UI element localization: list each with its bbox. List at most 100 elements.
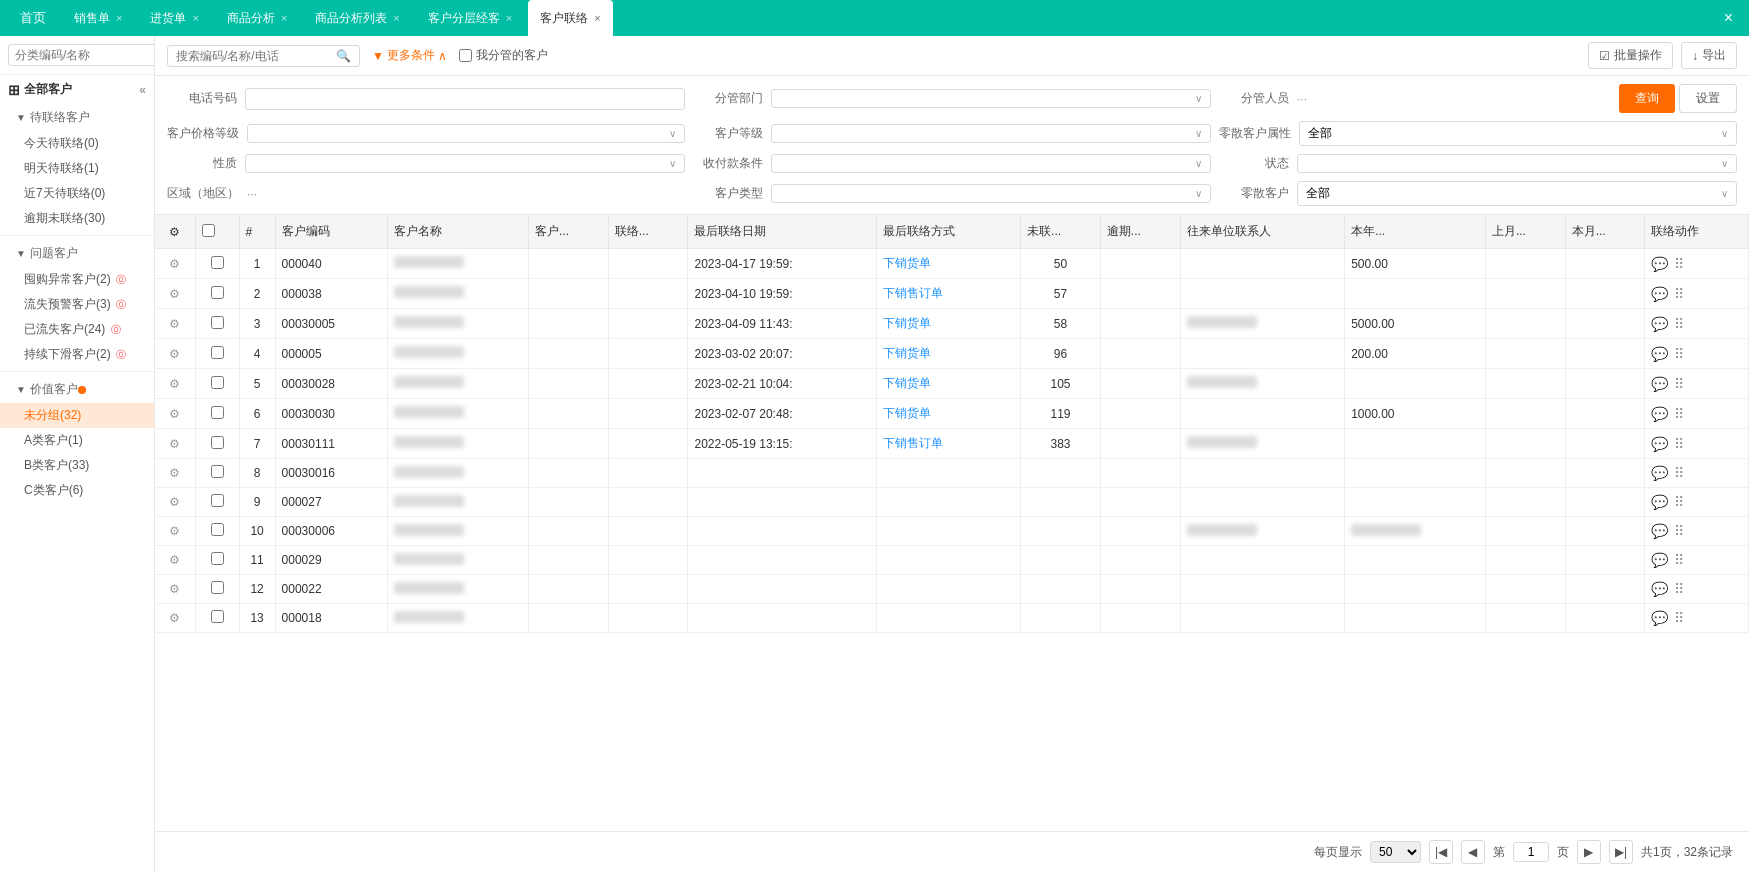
grid-action-icon[interactable]: ⠿ <box>1674 494 1684 510</box>
close-icon[interactable]: × <box>281 12 287 24</box>
next-page-button[interactable]: ▶ <box>1577 840 1601 864</box>
td-checkbox[interactable] <box>195 369 239 399</box>
sidebar-item-class-c[interactable]: C类客户(6) <box>0 478 154 503</box>
grid-action-icon[interactable]: ⠿ <box>1674 581 1684 597</box>
sidebar-item-ungroup[interactable]: 未分组(32) <box>0 403 154 428</box>
td-gear[interactable]: ⚙ <box>155 604 195 633</box>
th-gear[interactable]: ⚙ <box>155 215 195 249</box>
close-icon[interactable]: × <box>393 12 399 24</box>
status-select[interactable]: ∨ <box>1297 154 1737 173</box>
td-checkbox[interactable] <box>195 604 239 633</box>
category-search-input[interactable] <box>8 44 155 66</box>
td-checkbox[interactable] <box>195 249 239 279</box>
td-last-method[interactable]: 下销货单 <box>876 399 1020 429</box>
th-checkbox[interactable] <box>195 215 239 249</box>
sidebar-item-class-a[interactable]: A类客户(1) <box>0 428 154 453</box>
grid-action-icon[interactable]: ⠿ <box>1674 346 1684 362</box>
grid-action-icon[interactable]: ⠿ <box>1674 436 1684 452</box>
export-button[interactable]: ↓ 导出 <box>1681 42 1737 69</box>
td-last-method[interactable]: 下销售订单 <box>876 279 1020 309</box>
sidebar-item-lost[interactable]: 已流失客户(24) ⓪ <box>0 317 154 342</box>
customer-level-select[interactable]: ∨ <box>771 124 1211 143</box>
td-gear[interactable]: ⚙ <box>155 488 195 517</box>
sidebar-item-week[interactable]: 近7天待联络(0) <box>0 181 154 206</box>
td-gear[interactable]: ⚙ <box>155 429 195 459</box>
chat-icon[interactable]: 💬 <box>1651 465 1668 481</box>
sidebar-all-customers[interactable]: ⊞ 全部客户 « <box>0 75 154 104</box>
payment-select[interactable]: ∨ <box>771 154 1211 173</box>
sidebar-item-abnormal[interactable]: 囤购异常客户(2) ⓪ <box>0 267 154 292</box>
sidebar-item-today[interactable]: 今天待联络(0) <box>0 131 154 156</box>
sidebar-group-pending[interactable]: ▼ 待联络客户 <box>0 104 154 131</box>
sidebar-item-class-b[interactable]: B类客户(33) <box>0 453 154 478</box>
select-all-checkbox[interactable] <box>202 224 215 237</box>
grid-action-icon[interactable]: ⠿ <box>1674 552 1684 568</box>
close-icon[interactable]: × <box>192 12 198 24</box>
sidebar-group-value[interactable]: ▼ 价值客户 <box>0 376 154 403</box>
td-checkbox[interactable] <box>195 517 239 546</box>
td-last-method[interactable]: 下销售订单 <box>876 429 1020 459</box>
td-gear[interactable]: ⚙ <box>155 249 195 279</box>
td-checkbox[interactable] <box>195 459 239 488</box>
chat-icon[interactable]: 💬 <box>1651 581 1668 597</box>
chat-icon[interactable]: 💬 <box>1651 494 1668 510</box>
chat-icon[interactable]: 💬 <box>1651 316 1668 332</box>
my-customers-check[interactable] <box>459 49 472 62</box>
phone-input[interactable] <box>245 88 685 110</box>
td-last-method[interactable] <box>876 459 1020 488</box>
more-conditions-button[interactable]: ▼ 更多条件 ∧ <box>372 47 447 64</box>
td-checkbox[interactable] <box>195 575 239 604</box>
td-checkbox[interactable] <box>195 488 239 517</box>
search-input[interactable] <box>176 49 336 63</box>
nav-tab-customer-contact[interactable]: 客户联络 × <box>528 0 612 36</box>
chat-icon[interactable]: 💬 <box>1651 523 1668 539</box>
grid-action-icon[interactable]: ⠿ <box>1674 256 1684 272</box>
close-icon[interactable]: × <box>506 12 512 24</box>
chat-icon[interactable]: 💬 <box>1651 346 1668 362</box>
nav-tab-sales[interactable]: 销售单 × <box>62 0 134 36</box>
dept-select[interactable]: ∨ <box>771 89 1211 108</box>
td-last-method[interactable]: 下销货单 <box>876 369 1020 399</box>
grid-action-icon[interactable]: ⠿ <box>1674 465 1684 481</box>
grid-action-icon[interactable]: ⠿ <box>1674 610 1684 626</box>
page-input[interactable] <box>1513 842 1549 862</box>
td-checkbox[interactable] <box>195 399 239 429</box>
chat-icon[interactable]: 💬 <box>1651 406 1668 422</box>
td-last-method[interactable]: 下销货单 <box>876 249 1020 279</box>
sidebar-item-tomorrow[interactable]: 明天待联络(1) <box>0 156 154 181</box>
td-gear[interactable]: ⚙ <box>155 309 195 339</box>
chat-icon[interactable]: 💬 <box>1651 436 1668 452</box>
grid-action-icon[interactable]: ⠿ <box>1674 316 1684 332</box>
last-page-button[interactable]: ▶| <box>1609 840 1633 864</box>
td-last-method[interactable] <box>876 488 1020 517</box>
grid-action-icon[interactable]: ⠿ <box>1674 286 1684 302</box>
collapse-icon[interactable]: « <box>139 83 146 97</box>
close-icon[interactable]: × <box>594 12 600 24</box>
close-icon[interactable]: × <box>116 12 122 24</box>
person-select[interactable]: ··· <box>1297 92 1307 106</box>
chat-icon[interactable]: 💬 <box>1651 376 1668 392</box>
scattered-attr-select[interactable]: 全部 ∨ <box>1299 121 1737 146</box>
td-gear[interactable]: ⚙ <box>155 279 195 309</box>
chat-icon[interactable]: 💬 <box>1651 256 1668 272</box>
td-last-method[interactable] <box>876 546 1020 575</box>
region-select[interactable]: ··· <box>247 187 257 201</box>
td-gear[interactable]: ⚙ <box>155 517 195 546</box>
search-icon[interactable]: 🔍 <box>336 49 351 63</box>
td-gear[interactable]: ⚙ <box>155 459 195 488</box>
td-gear[interactable]: ⚙ <box>155 339 195 369</box>
td-gear[interactable]: ⚙ <box>155 546 195 575</box>
first-page-button[interactable]: |◀ <box>1429 840 1453 864</box>
chat-icon[interactable]: 💬 <box>1651 552 1668 568</box>
sidebar-group-problem[interactable]: ▼ 问题客户 <box>0 240 154 267</box>
nav-tab-customer-tier[interactable]: 客户分层经客 × <box>416 0 524 36</box>
td-gear[interactable]: ⚙ <box>155 399 195 429</box>
td-last-method[interactable]: 下销货单 <box>876 339 1020 369</box>
prev-page-button[interactable]: ◀ <box>1461 840 1485 864</box>
td-checkbox[interactable] <box>195 546 239 575</box>
sidebar-item-overdue[interactable]: 逾期未联络(30) <box>0 206 154 231</box>
scattered-select[interactable]: 全部 ∨ <box>1297 181 1737 206</box>
close-all-tabs-button[interactable]: × <box>1716 9 1741 27</box>
nav-home[interactable]: 首页 <box>8 5 58 31</box>
td-last-method[interactable]: 下销货单 <box>876 309 1020 339</box>
